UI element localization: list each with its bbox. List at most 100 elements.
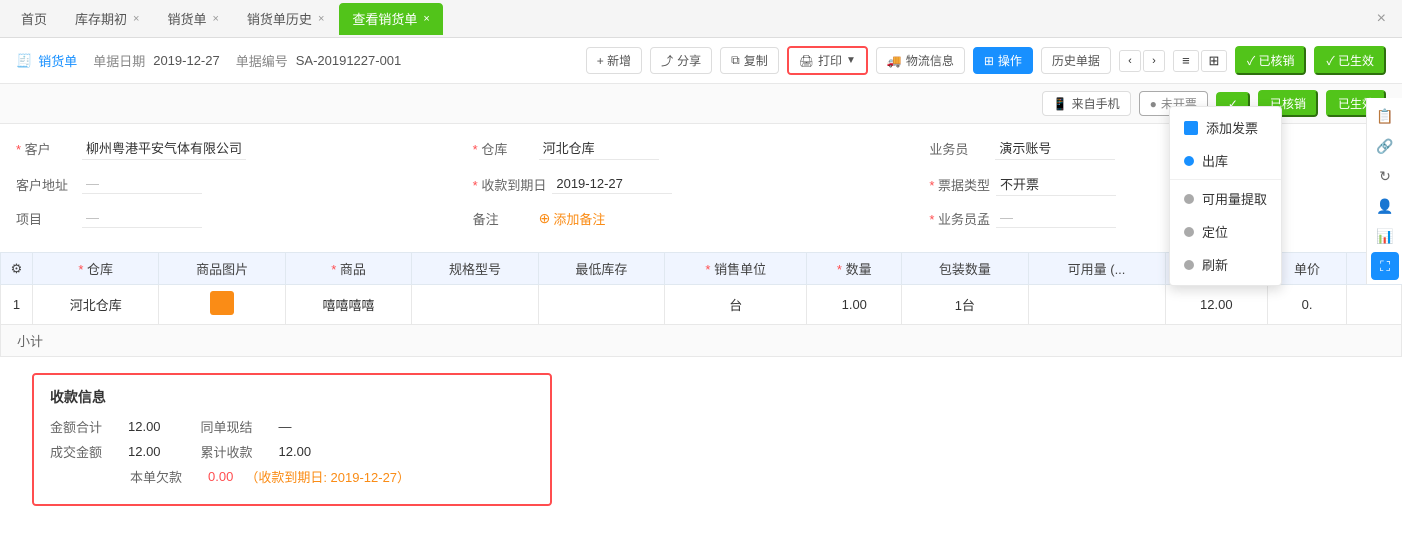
col-gear[interactable]: ⚙ bbox=[1, 253, 33, 285]
same-order-value: — bbox=[279, 419, 292, 434]
from-phone-button[interactable]: 📱 来自手机 bbox=[1042, 91, 1131, 116]
dropdown-arrow: ▼ bbox=[846, 55, 856, 66]
project-value[interactable]: — bbox=[82, 208, 202, 228]
operate-button[interactable]: ⊞ 操作 bbox=[973, 47, 1033, 74]
available-qty-icon bbox=[1184, 194, 1194, 204]
dropdown-item-outbound[interactable]: 出库 bbox=[1170, 144, 1281, 177]
tab-sales[interactable]: 销货单 × bbox=[154, 3, 231, 35]
tab-close-view-sales[interactable]: × bbox=[423, 13, 429, 25]
tab-close-sales-history[interactable]: × bbox=[318, 13, 324, 25]
staff2-value[interactable]: — bbox=[996, 208, 1116, 228]
staff-label: 业务员 bbox=[929, 139, 989, 158]
share-icon: ⤴ bbox=[661, 52, 673, 69]
row-warehouse: 河北仓库 bbox=[33, 285, 159, 325]
tab-sales-history[interactable]: 销货单历史 × bbox=[234, 3, 337, 35]
logistics-icon: 🚚 bbox=[887, 54, 902, 68]
customer-label: 客户 bbox=[16, 139, 76, 158]
sidebar-icon-4[interactable]: 👤 bbox=[1371, 192, 1399, 220]
history-button[interactable]: 历史单据 bbox=[1041, 47, 1111, 74]
warehouse-field: 仓库 河北仓库 bbox=[473, 136, 930, 160]
row-unit: 台 bbox=[665, 285, 807, 325]
ticket-type-value[interactable]: 不开票 bbox=[996, 172, 1116, 196]
payment-date-value[interactable]: 2019-12-27 bbox=[552, 174, 672, 194]
tab-view-sales[interactable]: 查看销货单 × bbox=[339, 3, 442, 35]
staff2-label: 业务员孟 bbox=[929, 209, 990, 228]
copy-button[interactable]: ⧉ 复制 bbox=[720, 47, 779, 74]
tab-close-sales[interactable]: × bbox=[212, 13, 218, 25]
same-order-item: 同单现结 — bbox=[201, 417, 292, 436]
col-img: 商品图片 bbox=[159, 253, 285, 285]
owe-label: 本单欠款 bbox=[130, 467, 200, 486]
deal-item: 成交金额 12.00 bbox=[50, 442, 161, 461]
window-close-button[interactable]: × bbox=[1369, 10, 1394, 28]
doc-actions: + 新增 ⤴ 分享 ⧉ 复制 🖨 打印 ▼ 🚚 物流信息 bbox=[586, 46, 1386, 75]
right-sidebar: 📋 🔗 ↻ 👤 📊 ⛶ bbox=[1366, 98, 1402, 284]
owe-value: 0.00 bbox=[208, 469, 233, 484]
prev-arrow[interactable]: ‹ bbox=[1119, 50, 1141, 72]
total-label: 金额合计 bbox=[50, 417, 120, 436]
doc-no-meta: 单据编号 SA-20191227-001 bbox=[236, 51, 402, 70]
row-product: 嘻嘻嘻嘻 bbox=[285, 285, 411, 325]
ticket-type-label: 票据类型 bbox=[929, 175, 990, 194]
customer-value[interactable]: 柳州粤港平安气体有限公司 bbox=[82, 136, 246, 160]
print-button[interactable]: 🖨 打印 ▼ bbox=[787, 46, 868, 75]
add-icon: ⊕ bbox=[539, 210, 551, 227]
payment-date-field: 收款到期日 2019-12-27 bbox=[473, 174, 930, 194]
effect-button[interactable]: ✓ 已生效 bbox=[1314, 46, 1386, 75]
col-unit: * 销售单位 bbox=[665, 253, 807, 285]
payment-row-1: 金额合计 12.00 同单现结 — bbox=[50, 417, 534, 436]
dropdown-item-refresh[interactable]: 刷新 bbox=[1170, 248, 1281, 281]
ticket-type-field: 票据类型 不开票 bbox=[929, 172, 1386, 196]
doc-type-label: 销货单 bbox=[38, 51, 77, 70]
payment-title: 收款信息 bbox=[50, 387, 534, 407]
grid-view-button[interactable]: ⊞ bbox=[1201, 50, 1227, 72]
product-image bbox=[210, 291, 234, 315]
subtotal-row: 小计 bbox=[1, 325, 1402, 357]
date-value: 2019-12-27 bbox=[153, 53, 220, 68]
sidebar-icon-2[interactable]: 🔗 bbox=[1371, 132, 1399, 160]
address-label: 客户地址 bbox=[16, 175, 76, 194]
dropdown-item-available-qty[interactable]: 可用量提取 bbox=[1170, 182, 1281, 215]
payment-row-2: 成交金额 12.00 累计收款 12.00 bbox=[50, 442, 534, 461]
col-min-stock: 最低库存 bbox=[538, 253, 664, 285]
staff-value[interactable]: 演示账号 bbox=[995, 136, 1115, 160]
logistics-button[interactable]: 🚚 物流信息 bbox=[876, 47, 965, 74]
doc-type-title: 🧾 销货单 bbox=[16, 51, 77, 70]
sidebar-icon-5[interactable]: 📊 bbox=[1371, 222, 1399, 250]
list-view-button[interactable]: ≡ bbox=[1173, 50, 1199, 72]
add-button[interactable]: + 新增 bbox=[586, 47, 642, 74]
sold-button[interactable]: ✓ 已核销 bbox=[1235, 46, 1307, 75]
dropdown-item-add-invoice[interactable]: 添加发票 bbox=[1170, 111, 1281, 144]
nav-arrows: ‹ › bbox=[1119, 50, 1165, 72]
payment-row-3: 本单欠款 0.00 （收款到期日: 2019-12-27） bbox=[50, 467, 534, 486]
add-note-button[interactable]: ⊕ 添加备注 bbox=[539, 209, 606, 228]
outbound-icon bbox=[1184, 156, 1194, 166]
sidebar-icon-3[interactable]: ↻ bbox=[1371, 162, 1399, 190]
next-arrow[interactable]: › bbox=[1143, 50, 1165, 72]
table-row: 1 河北仓库 嘻嘻嘻嘻 台 1.00 1台 12.00 0. bbox=[1, 285, 1402, 325]
share-button[interactable]: ⤴ 分享 bbox=[650, 47, 712, 74]
doc-type-icon: 🧾 bbox=[16, 53, 32, 69]
tab-inventory[interactable]: 库存期初 × bbox=[62, 3, 152, 35]
row-available bbox=[1028, 285, 1165, 325]
col-spec: 规格型号 bbox=[412, 253, 538, 285]
view-buttons: ≡ ⊞ bbox=[1173, 50, 1227, 72]
tab-close-inventory[interactable]: × bbox=[133, 13, 139, 25]
warehouse-value[interactable]: 河北仓库 bbox=[539, 136, 659, 160]
deal-value: 12.00 bbox=[128, 444, 161, 459]
row-current: 12.00 bbox=[1165, 285, 1268, 325]
col-qty: * 数量 bbox=[807, 253, 902, 285]
total-item: 金额合计 12.00 bbox=[50, 417, 161, 436]
not-open-icon: ● bbox=[1150, 97, 1157, 111]
payment-section: 收款信息 金额合计 12.00 同单现结 — 成交金额 12.00 bbox=[0, 357, 1402, 522]
locate-icon bbox=[1184, 227, 1194, 237]
sidebar-icon-6[interactable]: ⛶ bbox=[1371, 252, 1399, 280]
sidebar-icon-1[interactable]: 📋 bbox=[1371, 102, 1399, 130]
subtotal-label: 小计 bbox=[1, 325, 1402, 357]
print-icon: 🖨 bbox=[799, 54, 814, 68]
tab-home[interactable]: 首页 bbox=[8, 3, 60, 35]
address-value[interactable]: — bbox=[82, 174, 202, 194]
dropdown-item-locate[interactable]: 定位 bbox=[1170, 215, 1281, 248]
dropdown-menu: 添加发票 出库 可用量提取 定位 刷新 bbox=[1169, 106, 1282, 286]
row-pack-qty: 1台 bbox=[902, 285, 1028, 325]
